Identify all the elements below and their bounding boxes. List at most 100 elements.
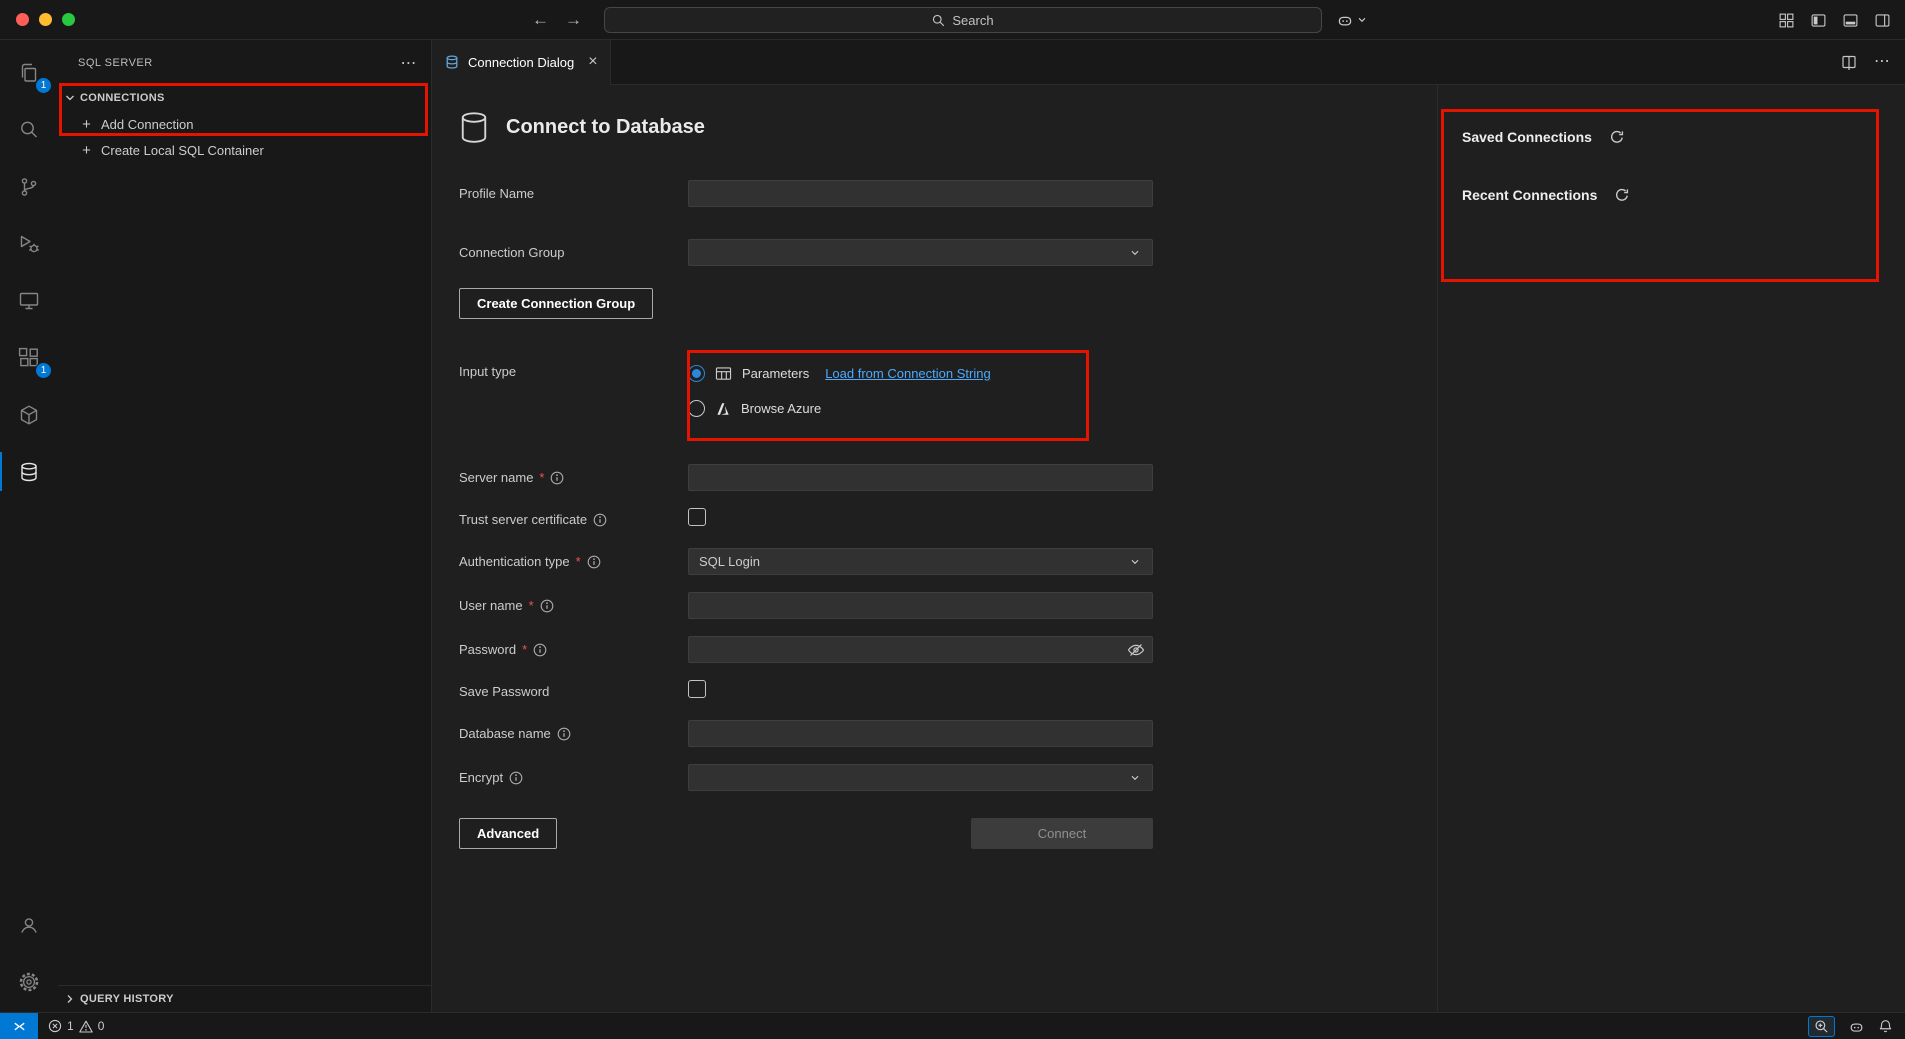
package-icon [17,403,41,427]
save-password-checkbox[interactable] [688,680,706,698]
sidebar-item-source-control[interactable] [0,158,58,215]
load-from-connection-string-link[interactable]: Load from Connection String [825,366,990,381]
sidebar-item-extensions[interactable]: 1 [0,329,58,386]
refresh-icon[interactable] [1609,129,1625,145]
azure-icon [715,401,731,417]
parameters-radio[interactable] [688,365,705,382]
remote-explorer-icon [17,289,41,313]
connect-button[interactable]: Connect [971,818,1153,849]
problems-status-item[interactable]: 1 0 [38,1013,114,1039]
account-icon [17,913,41,937]
info-icon[interactable] [557,727,571,741]
sidebar-item-database-projects[interactable] [0,386,58,443]
sidebar-sql-server: SQL SERVER ⋯ CONNECTIONS + Add Connectio… [58,40,432,1012]
sidebar-item-explorer[interactable]: 1 [0,44,58,101]
close-window-button[interactable] [16,13,29,26]
browse-azure-option-label[interactable]: Browse Azure [741,401,821,416]
info-icon[interactable] [550,471,564,485]
customize-layout-icon[interactable] [1778,12,1795,29]
password-label: Password [459,642,516,657]
connection-group-select[interactable] [688,239,1153,266]
parameters-option-label[interactable]: Parameters [742,366,809,381]
user-name-label: User name [459,598,523,613]
accounts-button[interactable] [0,896,58,953]
user-name-input[interactable] [688,592,1153,619]
connections-section-header[interactable]: CONNECTIONS [58,85,431,111]
copilot-menu-button[interactable] [1336,11,1367,29]
trust-server-certificate-label: Trust server certificate [459,512,587,527]
create-connection-group-button[interactable]: Create Connection Group [459,288,653,319]
info-icon[interactable] [533,643,547,657]
zoom-status-item[interactable] [1808,1016,1835,1037]
source-control-icon [17,175,41,199]
browse-azure-radio[interactable] [688,400,705,417]
settings-gear-icon [17,970,41,994]
editor-more-actions-icon[interactable]: ⋯ [1874,54,1890,70]
query-history-section-header[interactable]: QUERY HISTORY [58,985,431,1012]
forward-button[interactable]: → [565,10,582,30]
connections-section-label: CONNECTIONS [80,92,165,104]
zoom-in-icon [1814,1019,1829,1034]
refresh-icon[interactable] [1614,187,1630,203]
more-actions-icon[interactable]: ⋯ [401,53,418,73]
sidebar-item-remote-explorer[interactable] [0,272,58,329]
tab-bar: Connection Dialog × ⋯ [432,40,1905,85]
sidebar-title: SQL SERVER [78,57,153,69]
chevron-right-icon [62,991,78,1007]
split-editor-icon[interactable] [1841,54,1857,70]
connection-dialog-form: Connect to Database Profile Name Connect… [432,85,1437,1012]
sidebar-item-run-debug[interactable] [0,215,58,272]
run-debug-icon [17,232,41,256]
copilot-status-icon[interactable] [1848,1018,1865,1035]
server-name-input[interactable] [688,464,1153,491]
tab-connection-dialog[interactable]: Connection Dialog × [432,40,611,84]
close-tab-icon[interactable]: × [588,54,597,70]
bell-icon[interactable] [1878,1019,1893,1034]
back-button[interactable]: ← [532,10,549,30]
add-connection-item[interactable]: + Add Connection [58,111,431,137]
required-marker: * [576,554,581,569]
error-count: 1 [67,1019,74,1033]
saved-connections-title: Saved Connections [1462,129,1592,145]
copilot-icon [1336,11,1354,29]
titlebar: ← → Search [0,0,1905,40]
database-icon [459,111,489,144]
toggle-panel-icon[interactable] [1842,12,1859,29]
window-controls [16,13,75,26]
sql-server-icon [17,460,41,484]
eye-off-icon[interactable] [1127,642,1145,658]
minimize-window-button[interactable] [39,13,52,26]
required-marker: * [522,642,527,657]
encrypt-select[interactable] [688,764,1153,791]
error-icon [48,1019,62,1033]
info-icon[interactable] [593,513,607,527]
sidebar-item-search[interactable] [0,101,58,158]
info-icon[interactable] [540,599,554,613]
warning-icon [79,1020,93,1033]
profile-name-input[interactable] [688,180,1153,207]
activity-bar: 1 1 [0,40,58,1012]
dialog-title: Connect to Database [506,116,705,139]
chevron-down-icon [1128,555,1142,569]
info-icon[interactable] [509,771,523,785]
tab-label: Connection Dialog [468,55,574,70]
advanced-button[interactable]: Advanced [459,818,557,849]
toggle-primary-sidebar-icon[interactable] [1810,12,1827,29]
create-local-sql-container-item[interactable]: + Create Local SQL Container [58,137,431,163]
database-name-input[interactable] [688,720,1153,747]
parameters-icon [715,366,732,381]
toggle-secondary-sidebar-icon[interactable] [1874,12,1891,29]
maximize-window-button[interactable] [62,13,75,26]
save-password-label: Save Password [459,684,549,699]
authentication-type-select[interactable]: SQL Login [688,548,1153,575]
trust-server-certificate-checkbox[interactable] [688,508,706,526]
connection-dialog-tab-icon [444,54,460,70]
info-icon[interactable] [587,555,601,569]
settings-button[interactable] [0,953,58,1010]
required-marker: * [529,598,534,613]
sidebar-item-sql-server[interactable] [0,443,58,500]
remote-indicator[interactable] [0,1013,38,1039]
command-center-search[interactable]: Search [604,7,1322,33]
database-name-label: Database name [459,726,551,741]
password-input[interactable] [688,636,1153,663]
